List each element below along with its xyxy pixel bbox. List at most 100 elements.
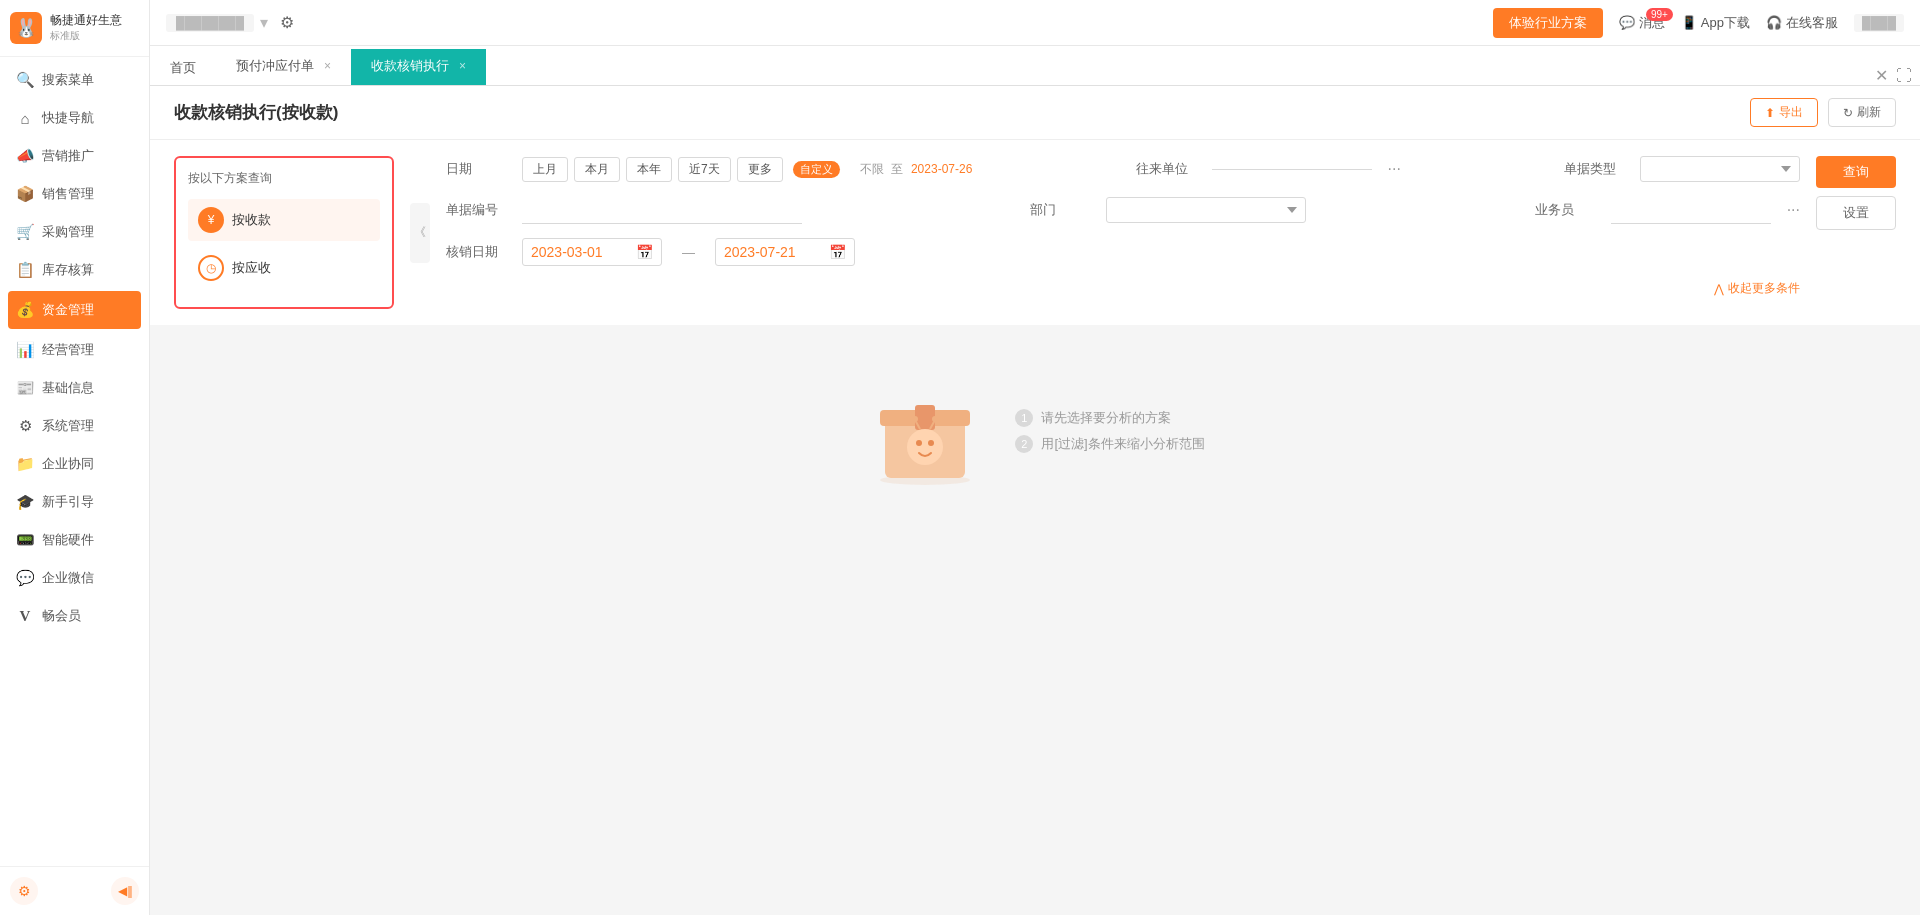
sidebar: 🐰 畅捷通好生意 标准版 🔍 搜索菜单 ⌂ 快捷导航 📣 营销推广 📦 销售管理… <box>0 0 150 915</box>
sidebar-item-label: 资金管理 <box>42 301 94 319</box>
sidebar-item-label: 采购管理 <box>42 223 94 241</box>
date-btn-more[interactable]: 更多 <box>737 157 783 182</box>
app-download-button[interactable]: 📱 App下载 <box>1681 14 1750 32</box>
collapse-more-button[interactable]: ⋀ 收起更多条件 <box>1714 280 1800 297</box>
sidebar-item-hardware[interactable]: 📟 智能硬件 <box>0 521 149 559</box>
message-button[interactable]: 💬 消息 99+ <box>1619 14 1665 32</box>
tab-collection-close-icon[interactable]: × <box>459 59 466 73</box>
bill-no-label: 单据编号 <box>446 201 506 219</box>
funds-icon: 💰 <box>16 301 34 319</box>
topbar-brand: ████████ ▾ <box>166 13 268 32</box>
topbar-actions: 体验行业方案 💬 消息 99+ 📱 App下载 🎧 在线客服 ████ <box>1493 8 1904 38</box>
sidebar-item-guide[interactable]: 🎓 新手引导 <box>0 483 149 521</box>
app-download-label: App下载 <box>1701 14 1750 32</box>
date-btn-7days[interactable]: 近7天 <box>678 157 731 182</box>
filter-option-by-receivable[interactable]: ◷ 按应收 <box>188 247 380 289</box>
wechat-icon: 💬 <box>16 569 34 587</box>
filter-option-label: 按应收 <box>232 259 271 277</box>
svg-point-8 <box>912 416 918 422</box>
sidebar-item-search[interactable]: 🔍 搜索菜单 <box>0 61 149 99</box>
sidebar-item-label: 搜索菜单 <box>42 71 94 89</box>
tab-prepay-close-icon[interactable]: × <box>324 59 331 73</box>
bill-type-select[interactable] <box>1640 156 1800 182</box>
sidebar-item-label: 快捷导航 <box>42 109 94 127</box>
online-service-button[interactable]: 🎧 在线客服 <box>1766 14 1838 32</box>
empty-step-2: 2 用[过滤]条件来缩小分析范围 <box>1015 435 1204 453</box>
sidebar-item-wechat[interactable]: 💬 企业微信 <box>0 559 149 597</box>
bill-no-input-area[interactable] <box>522 196 802 224</box>
verify-date-end-input[interactable]: 2023-07-21 📅 <box>715 238 855 266</box>
step-2-text: 用[过滤]条件来缩小分析范围 <box>1041 435 1204 453</box>
filter-row-verify-date: 核销日期 2023-03-01 📅 — 2023-07-21 📅 <box>446 238 1800 266</box>
industry-solution-button[interactable]: 体验行业方案 <box>1493 8 1603 38</box>
purchase-icon: 🛒 <box>16 223 34 241</box>
sidebar-item-marketing[interactable]: 📣 营销推广 <box>0 137 149 175</box>
sidebar-item-collab[interactable]: 📁 企业协同 <box>0 445 149 483</box>
page-content: 收款核销执行(按收款) ⬆ 导出 ↻ 刷新 按以下方案查询 ¥ 按收款 <box>150 86 1920 915</box>
tab-prepay[interactable]: 预付冲应付单 × <box>216 49 351 85</box>
sidebar-item-basics[interactable]: 📰 基础信息 <box>0 369 149 407</box>
gear-icon[interactable]: ⚙ <box>280 13 294 32</box>
calendar-start-icon: 📅 <box>636 244 653 260</box>
expand-tab-button[interactable]: ⛶ <box>1896 67 1912 85</box>
settings-button[interactable]: 设置 <box>1816 196 1896 230</box>
date-btn-this-month[interactable]: 本月 <box>574 157 620 182</box>
sidebar-item-member[interactable]: V 畅会员 <box>0 597 149 635</box>
sidebar-item-purchase[interactable]: 🛒 采购管理 <box>0 213 149 251</box>
tab-collection[interactable]: 收款核销执行 × <box>351 49 486 85</box>
sidebar-item-label: 智能硬件 <box>42 531 94 549</box>
member-icon: V <box>16 607 34 625</box>
chevron-down-icon[interactable]: ▾ <box>260 13 268 32</box>
collapse-arrow-icon: 《 <box>414 224 426 241</box>
main-content: ████████ ▾ ⚙ 体验行业方案 💬 消息 99+ 📱 App下载 🎧 在… <box>150 0 1920 915</box>
app-name: 畅捷通好生意 <box>50 13 122 29</box>
basics-icon: 📰 <box>16 379 34 397</box>
party-input-area[interactable] <box>1212 169 1372 170</box>
empty-steps: 1 请先选择要分析的方案 2 用[过滤]条件来缩小分析范围 <box>1015 409 1204 461</box>
verify-date-start-input[interactable]: 2023-03-01 📅 <box>522 238 662 266</box>
filter-option-label: 按收款 <box>232 211 271 229</box>
step-2-number: 2 <box>1015 435 1033 453</box>
close-tab-button[interactable]: ✕ <box>1875 66 1888 85</box>
filter-area: 按以下方案查询 ¥ 按收款 ◷ 按应收 《 日期 <box>150 140 1920 325</box>
hardware-icon: 📟 <box>16 531 34 549</box>
collab-icon: 📁 <box>16 455 34 473</box>
settings-bottom-icon[interactable]: ⚙ <box>10 877 38 905</box>
app-logo-icon: 🐰 <box>10 12 42 44</box>
dept-select[interactable] <box>1106 197 1306 223</box>
staff-input-area[interactable] <box>1611 196 1771 224</box>
date-btn-last-month[interactable]: 上月 <box>522 157 568 182</box>
export-button[interactable]: ⬆ 导出 <box>1750 98 1818 127</box>
collection-option-icon: ¥ <box>198 207 224 233</box>
filter-form: 日期 上月 本月 本年 近7天 更多 自定义 不限 至 2023-07-26 <box>446 156 1800 309</box>
filter-sidebar-collapse-button[interactable]: 《 <box>410 203 430 263</box>
sidebar-item-inventory[interactable]: 📋 库存核算 <box>0 251 149 289</box>
custom-tag: 自定义 <box>793 161 840 178</box>
filter-option-by-collection[interactable]: ¥ 按收款 <box>188 199 380 241</box>
home-icon: ⌂ <box>16 109 34 127</box>
collapse-sidebar-icon[interactable]: ◀‖ <box>111 877 139 905</box>
query-button[interactable]: 查询 <box>1816 156 1896 188</box>
party-more-icon[interactable]: ··· <box>1388 160 1401 178</box>
sidebar-item-sales[interactable]: 📦 销售管理 <box>0 175 149 213</box>
page-header-actions: ⬆ 导出 ↻ 刷新 <box>1750 98 1896 127</box>
sidebar-bottom: ⚙ ◀‖ <box>0 866 149 915</box>
sidebar-item-funds[interactable]: 💰 资金管理 <box>8 291 141 329</box>
sidebar-item-nav[interactable]: ⌂ 快捷导航 <box>0 99 149 137</box>
sidebar-item-operations[interactable]: 📊 经营管理 <box>0 331 149 369</box>
message-badge: 99+ <box>1646 8 1673 21</box>
tab-home[interactable]: 首页 <box>150 51 216 85</box>
sidebar-item-label: 库存核算 <box>42 261 94 279</box>
date-no-limit-area: 不限 至 2023-07-26 <box>860 161 973 178</box>
sidebar-item-system[interactable]: ⚙ 系统管理 <box>0 407 149 445</box>
company-name: ████████ <box>166 14 254 32</box>
export-icon: ⬆ <box>1765 106 1775 120</box>
sidebar-nav: 🔍 搜索菜单 ⌂ 快捷导航 📣 营销推广 📦 销售管理 🛒 采购管理 📋 库存核… <box>0 57 149 866</box>
date-btn-this-year[interactable]: 本年 <box>626 157 672 182</box>
staff-more-icon[interactable]: ··· <box>1787 201 1800 219</box>
step-1-number: 1 <box>1015 409 1033 427</box>
page-header: 收款核销执行(按收款) ⬆ 导出 ↻ 刷新 <box>150 86 1920 140</box>
collapse-chevron-icon: ⋀ <box>1714 282 1724 296</box>
refresh-button[interactable]: ↻ 刷新 <box>1828 98 1896 127</box>
date-to-label: 至 <box>891 162 903 176</box>
